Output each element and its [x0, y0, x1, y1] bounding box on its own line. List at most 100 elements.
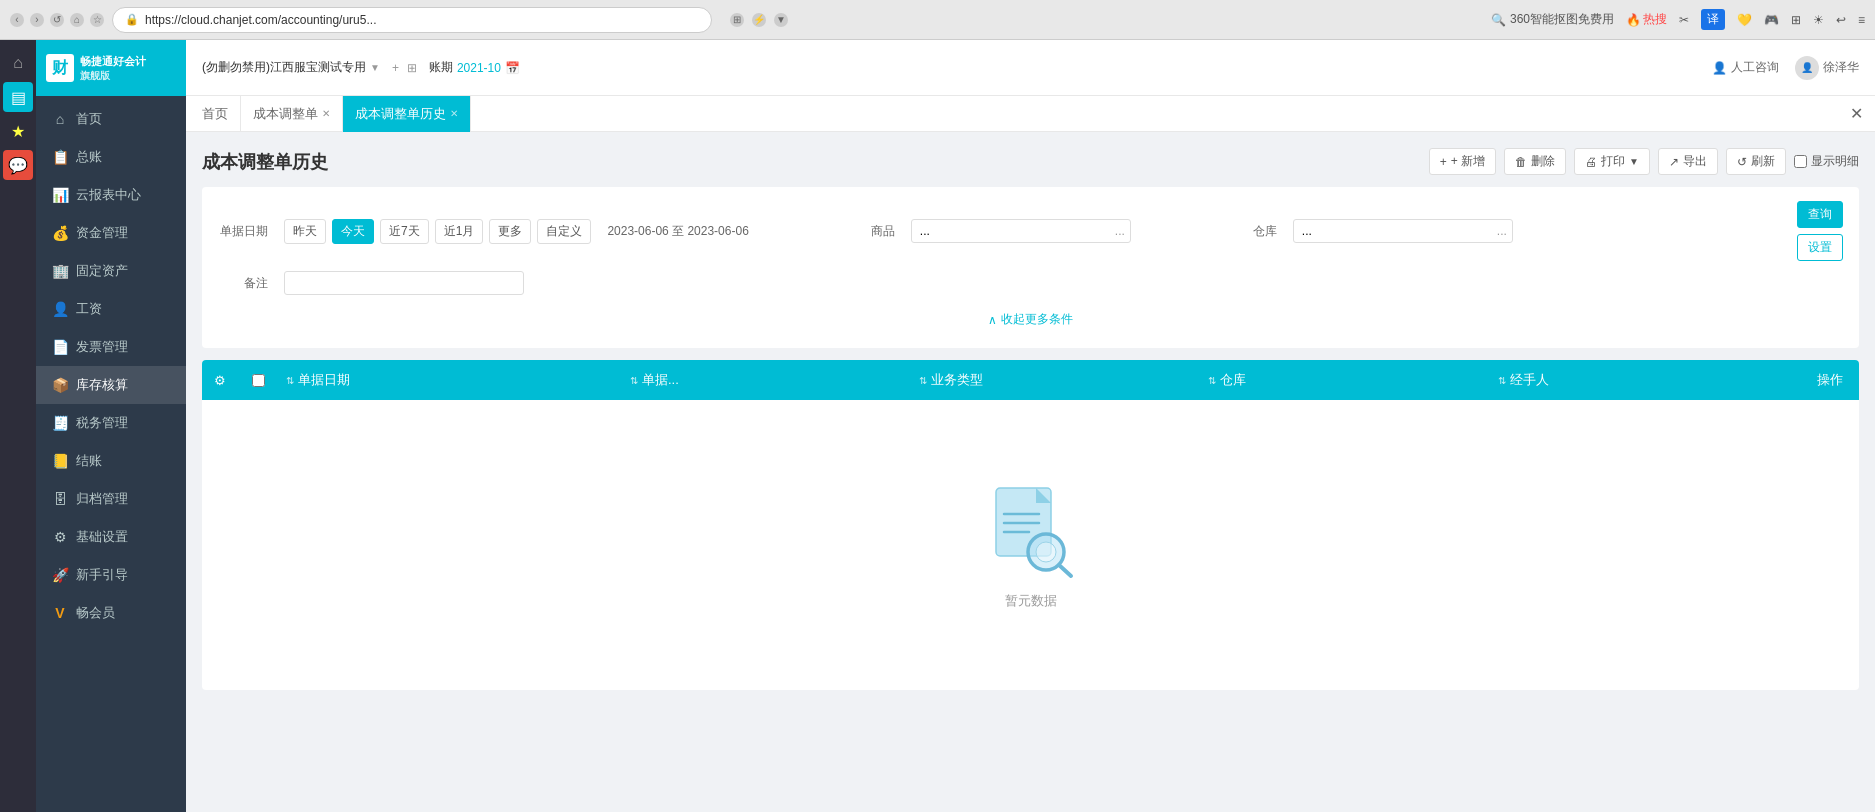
sidebar-label-salary: 工资 — [76, 300, 102, 318]
apps-button[interactable]: ⊞ — [730, 13, 744, 27]
th-biz-type[interactable]: ⇅ 业务类型 — [911, 371, 1200, 389]
sidebar-item-inventory[interactable]: 📦 库存核算 — [36, 366, 186, 404]
search-tool[interactable]: 🔍 360智能抠图免费用 — [1491, 11, 1614, 28]
translate-tool[interactable]: 译 — [1701, 9, 1725, 30]
sidebar-item-invoice[interactable]: 📄 发票管理 — [36, 328, 186, 366]
sidebar-item-tax[interactable]: 🧾 税务管理 — [36, 404, 186, 442]
star-button[interactable]: ☆ — [90, 13, 104, 27]
avatar: 👤 — [1795, 56, 1819, 80]
sidebar-item-vip[interactable]: V 畅会员 — [36, 594, 186, 632]
sidebar-item-home[interactable]: ⌂ 首页 — [36, 100, 186, 138]
address-bar[interactable]: 🔒 https://cloud.chanjet.com/accounting/u… — [112, 7, 712, 33]
rail-item-share[interactable]: ★ — [3, 116, 33, 146]
company-selector[interactable]: (勿删勿禁用)江西服宝测试专用 ▼ — [202, 59, 380, 76]
rail-item-active[interactable]: ▤ — [3, 82, 33, 112]
filter-settings-label: 设置 — [1808, 239, 1832, 256]
refresh-button[interactable]: ↺ 刷新 — [1726, 148, 1786, 175]
collapse-label: 收起更多条件 — [1001, 311, 1073, 328]
plus-icon: + — [1440, 155, 1447, 169]
date-btn-1month[interactable]: 近1月 — [435, 219, 484, 244]
th-date[interactable]: ⇅ 单据日期 — [278, 371, 622, 389]
refresh-icon: ↺ — [1737, 155, 1747, 169]
th-doc-num[interactable]: ⇅ 单据... — [622, 371, 911, 389]
tab-cost-adjust-history[interactable]: 成本调整单历史 ✕ — [343, 96, 471, 132]
menu-tool[interactable]: ≡ — [1858, 13, 1865, 27]
sidebar-label-closing: 结账 — [76, 452, 102, 470]
game-tool[interactable]: 🎮 — [1764, 13, 1779, 27]
th-warehouse[interactable]: ⇅ 仓库 — [1200, 371, 1489, 389]
sidebar-item-salary[interactable]: 👤 工资 — [36, 290, 186, 328]
export-button[interactable]: ↗ 导出 — [1658, 148, 1718, 175]
logo-icon: 财 — [46, 54, 74, 82]
undo-tool[interactable]: ↩ — [1836, 13, 1846, 27]
warehouse-select-wrapper — [1293, 219, 1513, 243]
forward-button[interactable]: › — [30, 13, 44, 27]
consult-btn[interactable]: 👤 人工咨询 — [1712, 59, 1779, 76]
browser-chrome: ‹ › ↺ ⌂ ☆ 🔒 https://cloud.chanjet.com/ac… — [0, 0, 1875, 40]
apps-btn[interactable]: ⊞ — [407, 61, 417, 75]
th-biz-label: 业务类型 — [931, 371, 983, 389]
page-content: 成本调整单历史 + + 新增 🗑 删除 🖨 打印 ▼ — [186, 132, 1875, 812]
back-button[interactable]: ‹ — [10, 13, 24, 27]
period-value: 2021-10 — [457, 61, 501, 75]
grid-tool[interactable]: ⊞ — [1791, 13, 1801, 27]
sidebar-item-guide[interactable]: 🚀 新手引导 — [36, 556, 186, 594]
show-bright-checkbox[interactable]: 显示明细 — [1794, 153, 1859, 170]
closing-icon: 📒 — [52, 453, 68, 469]
th-handler[interactable]: ⇅ 经手人 — [1490, 371, 1779, 389]
browser-nav-buttons: ‹ › ↺ ⌂ ☆ — [10, 13, 104, 27]
tab-cost-adjust[interactable]: 成本调整单 ✕ — [241, 96, 343, 132]
query-button[interactable]: 查询 — [1797, 201, 1843, 228]
sidebar-item-settings[interactable]: ⚙ 基础设置 — [36, 518, 186, 556]
filter-settings-button[interactable]: 设置 — [1797, 234, 1843, 261]
sidebar-label-tax: 税务管理 — [76, 414, 128, 432]
sort-icon-doc: ⇅ — [630, 375, 638, 386]
sidebar-item-closing[interactable]: 📒 结账 — [36, 442, 186, 480]
add-tab-btn[interactable]: + — [392, 61, 399, 75]
sidebar-item-archive[interactable]: 🗄 归档管理 — [36, 480, 186, 518]
delete-button[interactable]: 🗑 删除 — [1504, 148, 1566, 175]
top-bar: (勿删勿禁用)江西服宝测试专用 ▼ + ⊞ 账期 2021-10 📅 👤 人工咨… — [186, 40, 1875, 96]
sidebar-item-assets[interactable]: 🏢 固定资产 — [36, 252, 186, 290]
sidebar-label-guide: 新手引导 — [76, 566, 128, 584]
table-select-all[interactable] — [238, 374, 278, 387]
tab-cost-adjust-history-close[interactable]: ✕ — [450, 108, 458, 119]
product-select[interactable] — [911, 219, 1131, 243]
lightning-button[interactable]: ⚡ — [752, 13, 766, 27]
collapse-btn[interactable]: ∧ 收起更多条件 — [218, 305, 1843, 334]
tab-cost-adjust-close[interactable]: ✕ — [322, 108, 330, 119]
print-button[interactable]: 🖨 打印 ▼ — [1574, 148, 1650, 175]
remark-input[interactable] — [284, 271, 524, 295]
sidebar-item-finance[interactable]: 💰 资金管理 — [36, 214, 186, 252]
tab-home[interactable]: 首页 — [190, 96, 241, 132]
window-close-btn[interactable]: ✕ — [1838, 104, 1875, 123]
sidebar-label-settings: 基础设置 — [76, 528, 128, 546]
select-all-checkbox[interactable] — [252, 374, 265, 387]
app-sub: 旗舰版 — [80, 69, 146, 82]
show-bright-input[interactable] — [1794, 155, 1807, 168]
date-btn-yesterday[interactable]: 昨天 — [284, 219, 326, 244]
refresh-button[interactable]: ↺ — [50, 13, 64, 27]
new-label: + 新增 — [1451, 153, 1485, 170]
home-button[interactable]: ⌂ — [70, 13, 84, 27]
rail-item-home[interactable]: ⌂ — [3, 48, 33, 78]
scissors-tool[interactable]: ✂ — [1679, 13, 1689, 27]
date-btn-custom[interactable]: 自定义 — [537, 219, 591, 244]
rail-item-chat[interactable]: 💬 — [3, 150, 33, 180]
date-btn-more[interactable]: 更多 — [489, 219, 531, 244]
new-button[interactable]: + + 新增 — [1429, 148, 1496, 175]
dropdown-button[interactable]: ▼ — [774, 13, 788, 27]
user-menu[interactable]: 👤 徐泽华 — [1795, 56, 1859, 80]
date-btn-today[interactable]: 今天 — [332, 219, 374, 244]
print-dropdown-icon: ▼ — [1629, 156, 1639, 167]
date-btn-7days[interactable]: 近7天 — [380, 219, 429, 244]
calendar-icon[interactable]: 📅 — [505, 61, 520, 75]
brightness-tool[interactable]: ☀ — [1813, 13, 1824, 27]
top-bar-left: (勿删勿禁用)江西服宝测试专用 ▼ + ⊞ 账期 2021-10 📅 — [202, 59, 520, 76]
table-settings-btn[interactable]: ⚙ — [202, 373, 238, 388]
sidebar-item-ledger[interactable]: 📋 总账 — [36, 138, 186, 176]
query-settings-group: 查询 设置 — [1797, 201, 1843, 261]
warehouse-select[interactable] — [1293, 219, 1513, 243]
sidebar-item-reports[interactable]: 📊 云报表中心 — [36, 176, 186, 214]
wallet-tool[interactable]: 💛 — [1737, 13, 1752, 27]
